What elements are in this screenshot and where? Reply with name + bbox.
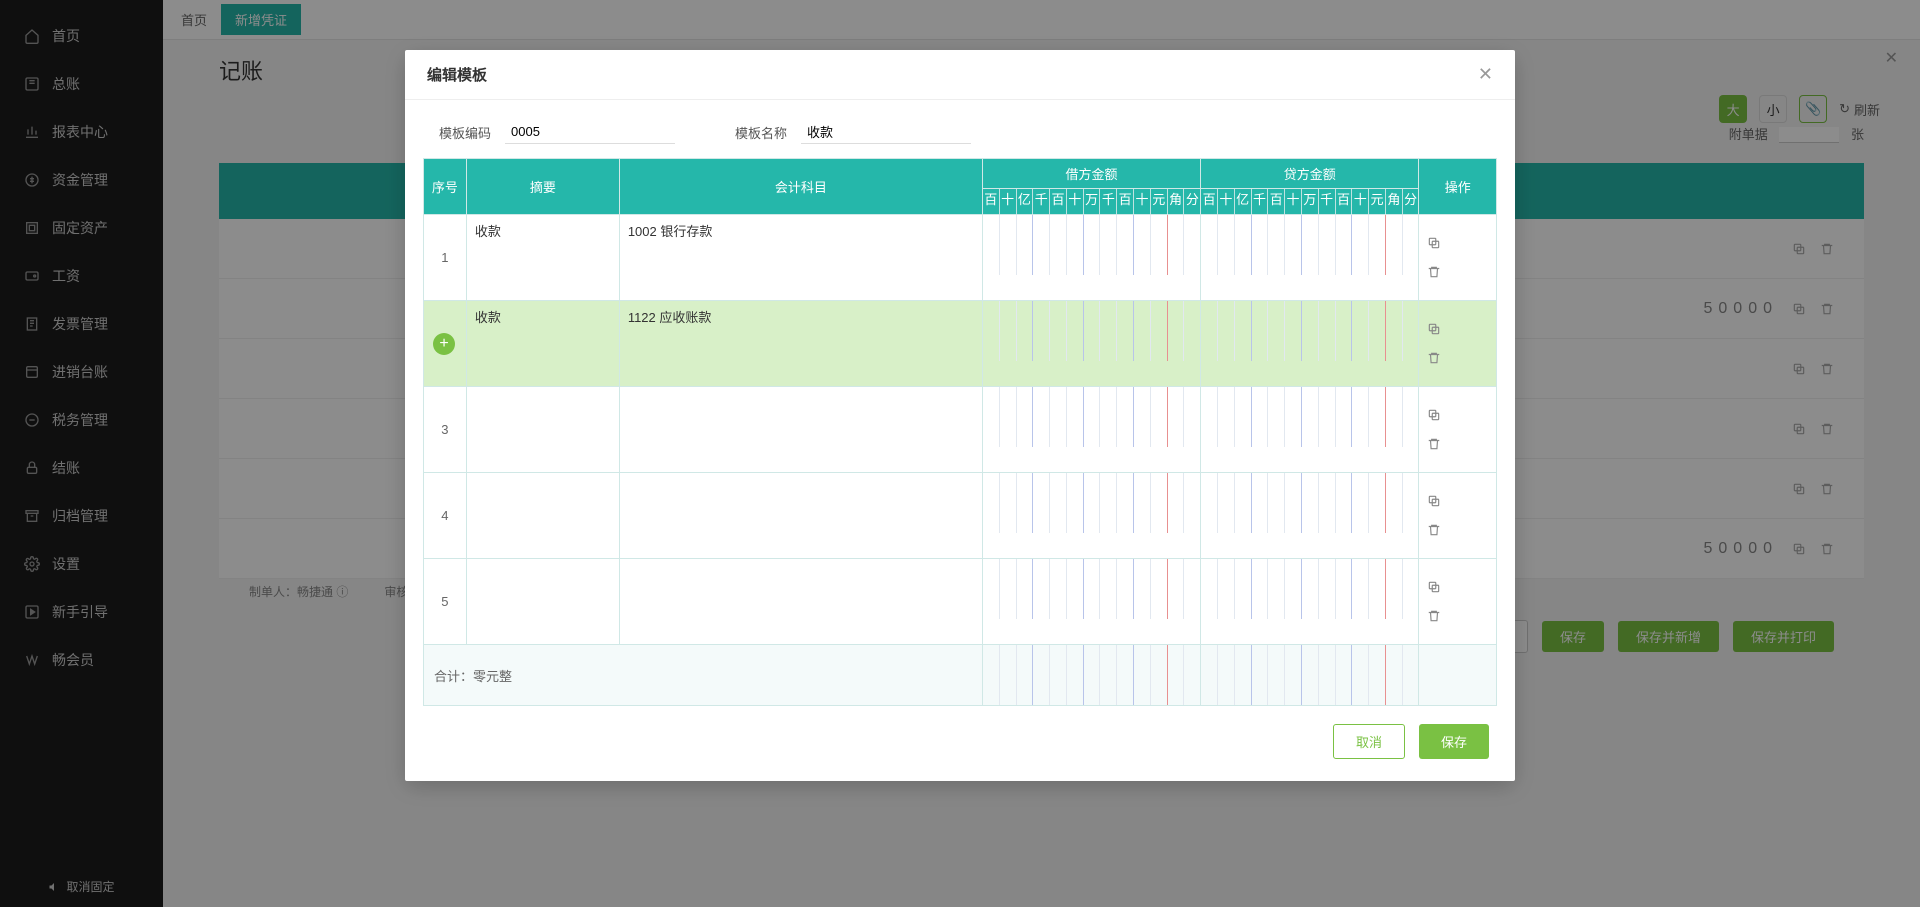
template-code-label: 模板编码 bbox=[439, 123, 491, 142]
delete-row-icon[interactable] bbox=[1427, 437, 1488, 451]
table-row: 5 bbox=[424, 559, 1497, 645]
cell-summary[interactable] bbox=[466, 559, 619, 645]
cell-subject[interactable] bbox=[619, 473, 982, 559]
cell-ops bbox=[1419, 473, 1497, 559]
copy-row-icon[interactable] bbox=[1427, 236, 1488, 250]
template-name-label: 模板名称 bbox=[735, 123, 787, 142]
table-row: 3 bbox=[424, 387, 1497, 473]
copy-row-icon[interactable] bbox=[1427, 322, 1488, 336]
add-row-button[interactable]: + bbox=[433, 333, 455, 355]
th-summary: 摘要 bbox=[466, 159, 619, 215]
th-credit-digits: 百十亿千百十万千百十元角分 bbox=[1201, 189, 1419, 215]
delete-row-icon[interactable] bbox=[1427, 609, 1488, 623]
cell-ops bbox=[1419, 301, 1497, 387]
template-code-input[interactable] bbox=[505, 120, 675, 144]
total-debit bbox=[982, 645, 1200, 706]
cell-ops bbox=[1419, 387, 1497, 473]
delete-row-icon[interactable] bbox=[1427, 351, 1488, 365]
total-label: 合计：零元整 bbox=[424, 645, 983, 706]
cell-seq: 5 bbox=[424, 559, 467, 645]
th-debit: 借方金额 bbox=[982, 159, 1200, 189]
cell-subject[interactable] bbox=[619, 559, 982, 645]
cell-debit[interactable] bbox=[982, 387, 1200, 473]
cell-debit[interactable] bbox=[982, 559, 1200, 645]
copy-row-icon[interactable] bbox=[1427, 494, 1488, 508]
cell-credit[interactable] bbox=[1201, 215, 1419, 301]
cell-subject[interactable]: 1002 银行存款 bbox=[619, 215, 982, 301]
cell-seq: 3 bbox=[424, 387, 467, 473]
save-button[interactable]: 保存 bbox=[1419, 724, 1489, 759]
cell-credit[interactable] bbox=[1201, 559, 1419, 645]
table-row: 4 bbox=[424, 473, 1497, 559]
th-ops: 操作 bbox=[1419, 159, 1497, 215]
modal-title: 编辑模板 bbox=[427, 64, 487, 85]
th-debit-digits: 百十亿千百十万千百十元角分 bbox=[982, 189, 1200, 215]
cell-subject[interactable]: 1122 应收账款 bbox=[619, 301, 982, 387]
th-subject: 会计科目 bbox=[619, 159, 982, 215]
cell-seq: 4 bbox=[424, 473, 467, 559]
copy-row-icon[interactable] bbox=[1427, 408, 1488, 422]
cell-seq: + bbox=[424, 301, 467, 387]
template-name-input[interactable] bbox=[801, 120, 971, 144]
cell-summary[interactable] bbox=[466, 473, 619, 559]
delete-row-icon[interactable] bbox=[1427, 523, 1488, 537]
modal-close-icon[interactable]: ✕ bbox=[1478, 64, 1493, 85]
cell-summary[interactable] bbox=[466, 387, 619, 473]
cancel-button[interactable]: 取消 bbox=[1333, 724, 1405, 759]
cell-ops bbox=[1419, 559, 1497, 645]
total-credit bbox=[1201, 645, 1419, 706]
table-row: + 收款1122 应收账款 bbox=[424, 301, 1497, 387]
cell-subject[interactable] bbox=[619, 387, 982, 473]
cell-summary[interactable]: 收款 bbox=[466, 301, 619, 387]
cell-summary[interactable]: 收款 bbox=[466, 215, 619, 301]
cell-debit[interactable] bbox=[982, 301, 1200, 387]
table-row: 1收款1002 银行存款 bbox=[424, 215, 1497, 301]
modal-overlay: 编辑模板 ✕ 模板编码 模板名称 序号 摘要 会计科目 借方金额 贷方金额 bbox=[0, 0, 1920, 907]
cell-credit[interactable] bbox=[1201, 387, 1419, 473]
th-seq: 序号 bbox=[424, 159, 467, 215]
cell-ops bbox=[1419, 215, 1497, 301]
edit-template-modal: 编辑模板 ✕ 模板编码 模板名称 序号 摘要 会计科目 借方金额 贷方金额 bbox=[405, 50, 1515, 781]
cell-debit[interactable] bbox=[982, 215, 1200, 301]
th-credit: 贷方金额 bbox=[1201, 159, 1419, 189]
copy-row-icon[interactable] bbox=[1427, 580, 1488, 594]
cell-credit[interactable] bbox=[1201, 301, 1419, 387]
cell-seq: 1 bbox=[424, 215, 467, 301]
cell-debit[interactable] bbox=[982, 473, 1200, 559]
cell-credit[interactable] bbox=[1201, 473, 1419, 559]
template-table: 序号 摘要 会计科目 借方金额 贷方金额 操作 百十亿千百十万千百十元角分 百十… bbox=[423, 158, 1497, 706]
delete-row-icon[interactable] bbox=[1427, 265, 1488, 279]
